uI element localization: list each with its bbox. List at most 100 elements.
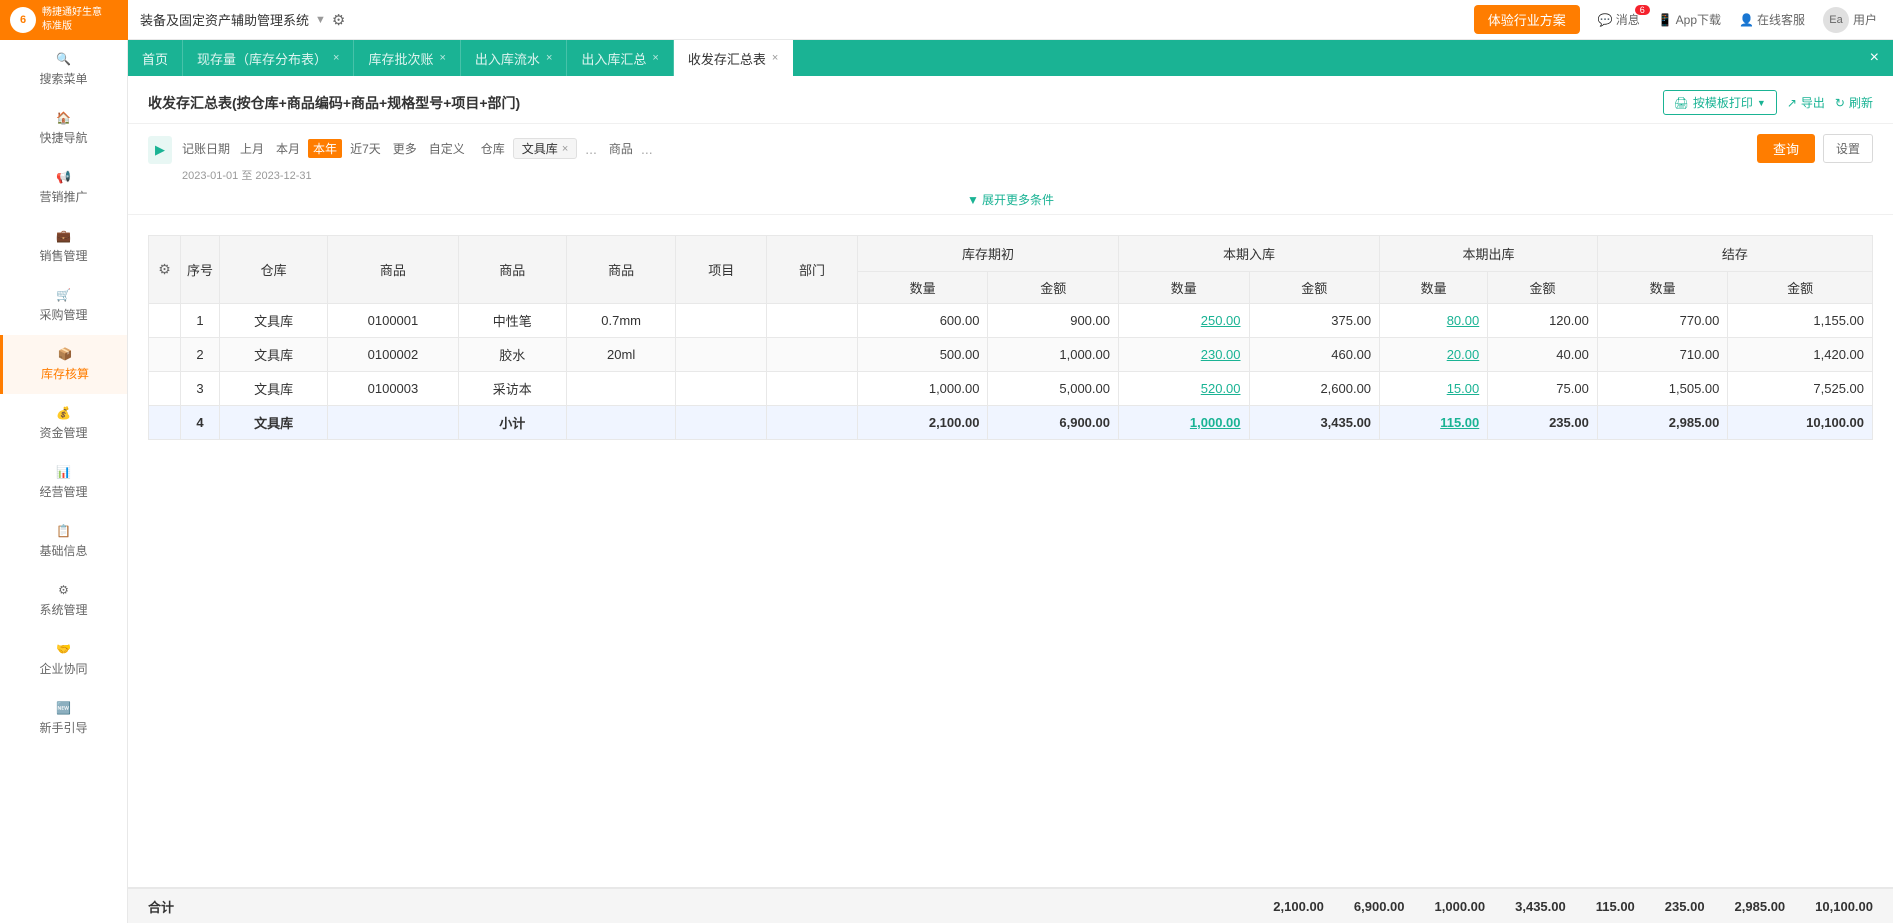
- sidebar-item-marketing[interactable]: 📢 营销推广: [0, 158, 127, 217]
- row2-in-amt: 460.00: [1249, 338, 1380, 372]
- refresh-icon: ↻: [1835, 96, 1845, 110]
- row2-code: 0100002: [328, 338, 459, 372]
- sidebar-item-finance[interactable]: 💰 资金管理: [0, 394, 127, 453]
- row3-dept: [767, 372, 858, 406]
- online-service-item[interactable]: 👤 在线客服: [1739, 11, 1805, 28]
- filter-arrow-btn[interactable]: ▶: [148, 136, 172, 164]
- print-button[interactable]: 🖨 按模板打印 ▼: [1663, 90, 1777, 115]
- row2-in-qty[interactable]: 230.00: [1118, 338, 1249, 372]
- finance-icon: 💰: [56, 406, 71, 420]
- tab-home[interactable]: 首页: [128, 40, 183, 76]
- tab-close-batch-account[interactable]: ×: [439, 52, 445, 64]
- row1-out-qty[interactable]: 80.00: [1380, 304, 1488, 338]
- settings-button[interactable]: 设置: [1823, 134, 1873, 163]
- settings-icon[interactable]: ⚙: [332, 11, 345, 29]
- row4-out-qty[interactable]: 115.00: [1380, 406, 1488, 440]
- tab-in-out-flow[interactable]: 出入库流水 ×: [461, 40, 567, 76]
- product-dots[interactable]: ...: [641, 141, 653, 157]
- col-settings-header[interactable]: ⚙: [149, 236, 181, 304]
- tab-batch-account[interactable]: 库存批次账 ×: [354, 40, 460, 76]
- date-opt-this-month[interactable]: 本月: [272, 139, 304, 158]
- query-button[interactable]: 查询: [1757, 134, 1815, 163]
- expand-conditions-btn[interactable]: ▼ 展开更多条件: [967, 191, 1054, 208]
- row4-project: [676, 406, 767, 440]
- sidebar-item-operations[interactable]: 📊 经营管理: [0, 453, 127, 512]
- tab-inventory-dist[interactable]: 现存量（库存分布表） ×: [183, 40, 354, 76]
- col-bal-qty: 数量: [1597, 272, 1728, 304]
- phone-icon: 📱: [1658, 13, 1673, 27]
- sidebar-item-search[interactable]: 🔍 搜索菜单: [0, 40, 127, 99]
- col-dept-header: 部门: [767, 236, 858, 304]
- refresh-button[interactable]: ↻ 刷新: [1835, 94, 1873, 111]
- tab-bar-close-btn[interactable]: ×: [1856, 49, 1893, 67]
- date-opt-last-month[interactable]: 上月: [236, 139, 268, 158]
- warehouse-tag-close[interactable]: ×: [562, 143, 568, 155]
- tab-close-inventory-dist[interactable]: ×: [333, 52, 339, 64]
- message-item[interactable]: 💬 消息 6: [1598, 11, 1640, 28]
- sidebar-item-sales[interactable]: 💼 销售管理: [0, 217, 127, 276]
- col-group-bal: 结存: [1597, 236, 1872, 272]
- date-opt-more[interactable]: 更多: [389, 139, 421, 158]
- sidebar-item-new-guide[interactable]: 🆕 新手引导: [0, 689, 127, 748]
- row3-out-qty[interactable]: 15.00: [1380, 372, 1488, 406]
- row2-bal-amt: 1,420.00: [1728, 338, 1873, 372]
- date-label: 记账日期: [182, 140, 230, 157]
- sidebar-item-quick-nav[interactable]: 🏠 快捷导航: [0, 99, 127, 158]
- warehouse-tag[interactable]: 文具库 ×: [513, 138, 577, 159]
- row1-name: 中性笔: [458, 304, 566, 338]
- footer-out-qty: 115.00: [1596, 899, 1635, 914]
- row3-in-qty[interactable]: 520.00: [1118, 372, 1249, 406]
- date-opt-custom[interactable]: 自定义: [425, 139, 469, 158]
- print-icon: 🖨: [1674, 96, 1689, 110]
- date-opt-this-year[interactable]: 本年: [308, 139, 342, 158]
- row3-out-amt: 75.00: [1488, 372, 1598, 406]
- row3-open-qty: 1,000.00: [857, 372, 988, 406]
- tab-receive-send-summary[interactable]: 收发存汇总表 ×: [674, 40, 793, 76]
- row4-name: 小计: [458, 406, 566, 440]
- app-download-item[interactable]: 📱 App下载: [1658, 11, 1721, 28]
- row1-in-amt: 375.00: [1249, 304, 1380, 338]
- sidebar-item-system[interactable]: ⚙ 系统管理: [0, 571, 127, 630]
- warehouse-dots[interactable]: ...: [585, 141, 597, 157]
- tab-close-in-out-flow[interactable]: ×: [546, 52, 552, 64]
- row3-project: [676, 372, 767, 406]
- row1-open-qty: 600.00: [857, 304, 988, 338]
- row2-dept: [767, 338, 858, 372]
- system-name-dropdown-icon[interactable]: ▼: [315, 14, 326, 26]
- row4-in-qty[interactable]: 1,000.00: [1118, 406, 1249, 440]
- col-code-header: 商品: [328, 236, 459, 304]
- col-name-header: 商品: [458, 236, 566, 304]
- table-row: 3 文具库 0100003 采访本 1,000.00 5,000.00 520.…: [149, 372, 1873, 406]
- message-badge: 6: [1635, 5, 1650, 15]
- sidebar-item-basic-info[interactable]: 📋 基础信息: [0, 512, 127, 571]
- row3-bal-qty: 1,505.00: [1597, 372, 1728, 406]
- tab-close-receive-send-summary[interactable]: ×: [772, 52, 778, 64]
- row1-in-qty[interactable]: 250.00: [1118, 304, 1249, 338]
- row1-project: [676, 304, 767, 338]
- row1-warehouse: 文具库: [220, 304, 328, 338]
- try-button[interactable]: 体验行业方案: [1474, 5, 1580, 34]
- row4-bal-qty: 2,985.00: [1597, 406, 1728, 440]
- col-num-header: 序号: [181, 236, 220, 304]
- footer-bal-qty: 2,985.00: [1735, 899, 1786, 914]
- sidebar-item-purchase[interactable]: 🛒 采购管理: [0, 276, 127, 335]
- sidebar-item-inventory[interactable]: 📦 库存核算: [0, 335, 127, 394]
- row4-spec: [566, 406, 676, 440]
- logo-icon: 6: [10, 7, 36, 33]
- export-button[interactable]: ↗ 导出: [1787, 94, 1825, 111]
- tab-in-out-summary[interactable]: 出入库汇总 ×: [567, 40, 673, 76]
- date-opt-7days[interactable]: 近7天: [346, 139, 385, 158]
- tab-close-in-out-summary[interactable]: ×: [652, 52, 658, 64]
- row1-open-amt: 900.00: [988, 304, 1119, 338]
- user-item[interactable]: Ea 用户: [1823, 7, 1877, 33]
- col-out-amt: 金额: [1488, 272, 1598, 304]
- row2-spec: 20ml: [566, 338, 676, 372]
- row2-out-qty[interactable]: 20.00: [1380, 338, 1488, 372]
- search-icon: 🔍: [56, 52, 71, 66]
- sidebar-item-enterprise[interactable]: 🤝 企业协同: [0, 630, 127, 689]
- row3-warehouse: 文具库: [220, 372, 328, 406]
- warehouse-label: 仓库: [481, 140, 505, 157]
- row4-open-qty: 2,100.00: [857, 406, 988, 440]
- row4-dept: [767, 406, 858, 440]
- row4-bal-amt: 10,100.00: [1728, 406, 1873, 440]
